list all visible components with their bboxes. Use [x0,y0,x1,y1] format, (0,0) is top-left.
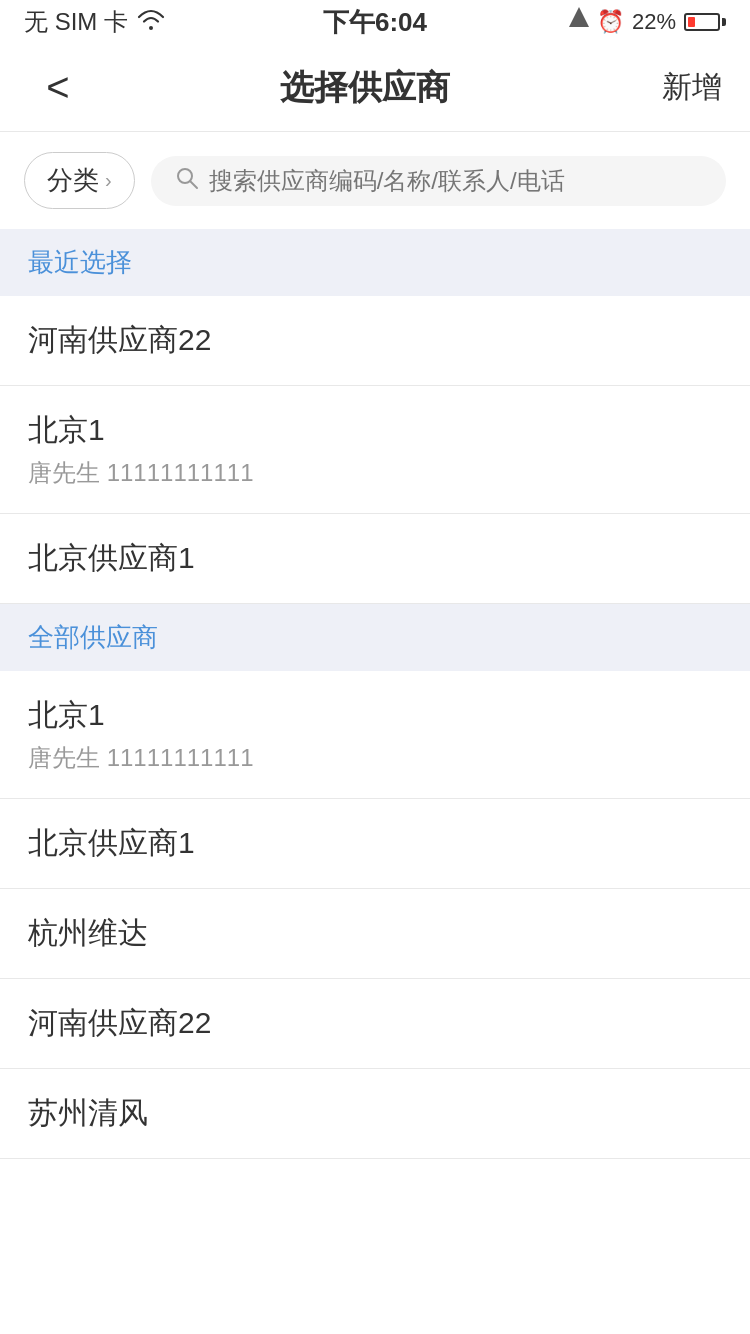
item-sub: 唐先生 11111111111 [28,742,722,774]
item-name: 河南供应商22 [28,320,722,361]
location-icon [569,7,589,37]
item-name: 北京1 [28,410,722,451]
wifi-icon [136,8,166,36]
item-name: 杭州维达 [28,913,722,954]
list-item[interactable]: 北京1 唐先生 11111111111 [0,671,750,799]
all-section-header: 全部供应商 [0,604,750,671]
list-item[interactable]: 河南供应商22 [0,296,750,386]
list-item[interactable]: 苏州清风 [0,1069,750,1159]
status-bar: 无 SIM 卡 下午6:04 ⏰ 22% [0,0,750,44]
status-right-group: ⏰ 22% [569,7,726,37]
item-name: 苏州清风 [28,1093,722,1134]
list-item[interactable]: 北京供应商1 [0,799,750,889]
item-name: 河南供应商22 [28,1003,722,1044]
search-icon [175,166,199,196]
svg-line-1 [190,181,197,188]
alarm-icon: ⏰ [597,9,624,35]
carrier-text: 无 SIM 卡 [24,6,128,38]
battery-icon [684,13,726,31]
item-name: 北京供应商1 [28,823,722,864]
search-wrapper [151,156,726,206]
category-label: 分类 [47,163,99,198]
recent-list: 河南供应商22 北京1 唐先生 11111111111 北京供应商1 [0,296,750,604]
page-title: 选择供应商 [88,65,642,111]
back-button[interactable]: < [28,65,88,110]
filter-bar: 分类 › [0,132,750,229]
add-button[interactable]: 新增 [642,67,722,108]
list-item[interactable]: 杭州维达 [0,889,750,979]
search-input[interactable] [209,167,702,195]
status-carrier: 无 SIM 卡 [24,6,166,38]
list-item[interactable]: 北京1 唐先生 11111111111 [0,386,750,514]
recent-section-header: 最近选择 [0,229,750,296]
all-section-label: 全部供应商 [28,622,158,652]
all-list: 北京1 唐先生 11111111111 北京供应商1 杭州维达河南供应商22 苏州清风 [0,671,750,1159]
nav-bar: < 选择供应商 新增 [0,44,750,132]
chevron-right-icon: › [105,169,112,192]
item-sub: 唐先生 11111111111 [28,457,722,489]
recent-section-label: 最近选择 [28,247,132,277]
battery-percent: 22% [632,9,676,35]
category-button[interactable]: 分类 › [24,152,135,209]
status-time: 下午6:04 [323,5,427,40]
item-name: 北京供应商1 [28,538,722,579]
list-item[interactable]: 北京供应商1 [0,514,750,604]
item-name: 北京1 [28,695,722,736]
list-item[interactable]: 河南供应商22 [0,979,750,1069]
